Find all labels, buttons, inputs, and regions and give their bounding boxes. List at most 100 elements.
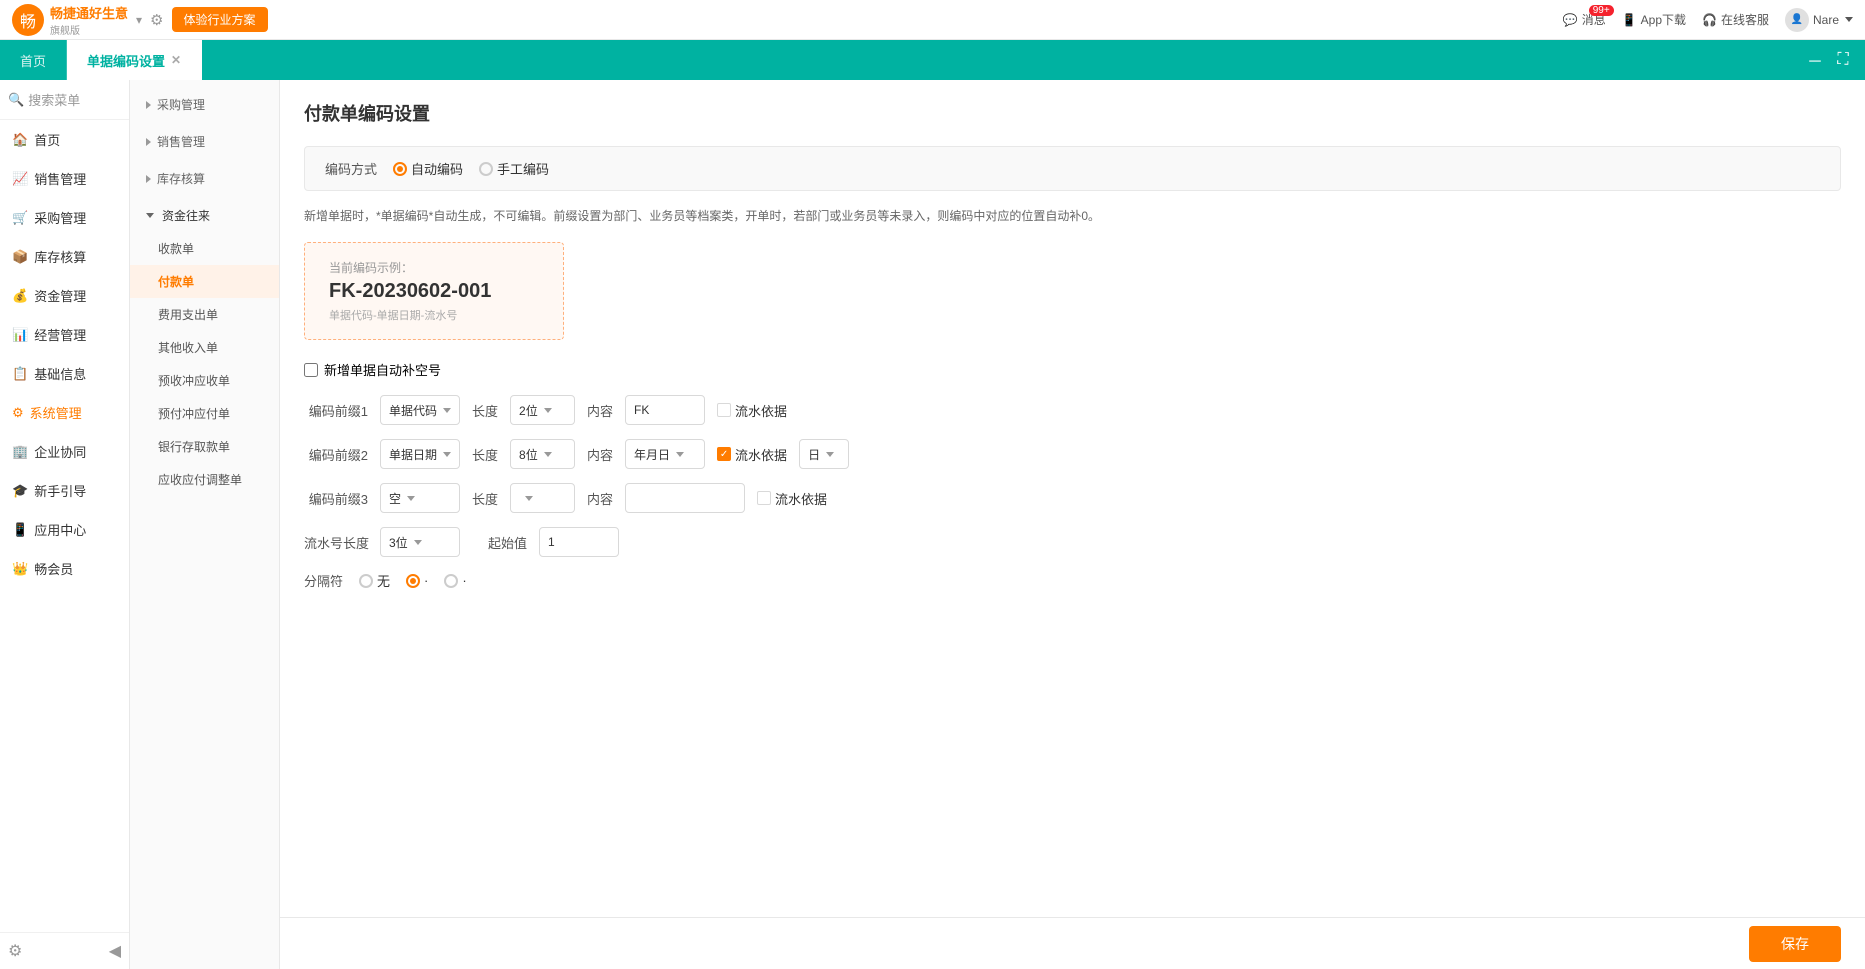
- nav-tabs: 首页 单据编码设置 ✕ － ⛶: [0, 40, 1865, 80]
- finance-icon: 💰: [12, 288, 28, 304]
- sidebar-collapse-btn[interactable]: ◀: [109, 941, 121, 961]
- code-preview-desc: 单据代码-单据日期-流水号: [329, 307, 539, 323]
- prefix1-length-select[interactable]: 2位: [510, 395, 575, 425]
- autofill-row: 新增单据自动补空号: [304, 360, 1841, 379]
- auto-encoding-option[interactable]: 自动编码: [393, 159, 463, 178]
- user-chevron-icon: [1845, 17, 1853, 22]
- sub-nav-group-sales: 销售管理: [130, 125, 279, 158]
- sub-nav-item-receipt[interactable]: 收款单: [130, 232, 279, 265]
- prefix2-length-label: 长度: [472, 445, 498, 464]
- user-menu[interactable]: 👤 Nare: [1785, 8, 1853, 32]
- sidebar-item-guide[interactable]: 🎓 新手引导: [0, 471, 129, 510]
- guide-icon: 🎓: [12, 483, 28, 499]
- avatar: 👤: [1785, 8, 1809, 32]
- prefix3-select[interactable]: 空: [380, 483, 460, 513]
- minimize-icon[interactable]: －: [1805, 50, 1825, 70]
- start-value-input[interactable]: [539, 527, 619, 557]
- sub-nav: 采购管理 销售管理 库存核算 资金往来 收款单 付款单: [130, 80, 280, 969]
- prefix3-content-input[interactable]: [625, 483, 745, 513]
- sub-nav-item-other-income[interactable]: 其他收入单: [130, 331, 279, 364]
- sidebar-item-apps[interactable]: 📱 应用中心: [0, 510, 129, 549]
- sub-nav-group-purchase: 采购管理: [130, 88, 279, 121]
- member-icon: 👑: [12, 561, 28, 577]
- tab-close-icon[interactable]: ✕: [171, 53, 181, 67]
- prefix1-content-input[interactable]: [625, 395, 705, 425]
- download-icon: 📱: [1622, 13, 1637, 27]
- sidebar-item-home[interactable]: 🏠 首页: [0, 120, 129, 159]
- sidebar-bottom: ⚙ ◀: [0, 932, 129, 969]
- sub-nav-item-prepay-recv[interactable]: 预收冲应收单: [130, 364, 279, 397]
- management-icon: 📊: [12, 327, 28, 343]
- sep-dot-radio[interactable]: [406, 574, 420, 588]
- prefix3-checkbox-box[interactable]: [757, 491, 771, 505]
- sidebar-item-enterprise[interactable]: 🏢 企业协同: [0, 432, 129, 471]
- maximize-icon[interactable]: ⛶: [1833, 50, 1853, 70]
- auto-encoding-radio[interactable]: [393, 162, 407, 176]
- settings-icon[interactable]: ⚙: [150, 11, 163, 29]
- prefix3-checkbox[interactable]: 流水依据: [757, 489, 827, 508]
- app-download-btn[interactable]: 📱 App下载: [1622, 11, 1686, 28]
- prefix3-length-select[interactable]: [510, 483, 575, 513]
- serial-length-select[interactable]: 3位: [380, 527, 460, 557]
- prefix1-checkbox[interactable]: 流水依据: [717, 401, 787, 420]
- sub-nav-item-expense[interactable]: 费用支出单: [130, 298, 279, 331]
- sub-nav-title-sales[interactable]: 销售管理: [130, 125, 279, 158]
- tab-code-settings[interactable]: 单据编码设置 ✕: [67, 40, 202, 80]
- prefix1-checkbox-box[interactable]: [717, 403, 731, 417]
- prefix2-length-select[interactable]: 8位: [510, 439, 575, 469]
- form-row-prefix1: 编码前缀1 单据代码 长度 2位 内容 流水依据: [304, 395, 1841, 425]
- encoding-section: 编码方式 自动编码 手工编码: [304, 146, 1841, 191]
- sidebar-item-system[interactable]: ⚙ 系统管理: [0, 393, 129, 432]
- sub-nav-item-adjustment[interactable]: 应收应付调整单: [130, 463, 279, 496]
- prefix1-select[interactable]: 单据代码: [380, 395, 460, 425]
- sub-nav-title-capital[interactable]: 资金往来: [130, 199, 279, 232]
- sidebar-item-member[interactable]: 👑 畅会员: [0, 549, 129, 588]
- sub-nav-group-inventory: 库存核算: [130, 162, 279, 195]
- sub-nav-item-payment[interactable]: 付款单: [130, 265, 279, 298]
- prefix2-day-select[interactable]: 日: [799, 439, 849, 469]
- top-bar-left: 畅 畅捷通好生意 旗舰版 ▾ ⚙ 体验行业方案: [12, 3, 268, 37]
- sidebar-item-inventory[interactable]: 📦 库存核算: [0, 237, 129, 276]
- manual-encoding-option[interactable]: 手工编码: [479, 159, 549, 178]
- prefix2-content-label: 内容: [587, 445, 613, 464]
- online-service-btn[interactable]: 🎧 在线客服: [1702, 11, 1769, 28]
- sep-option-dot[interactable]: ·: [406, 573, 428, 588]
- sub-nav-title-inventory[interactable]: 库存核算: [130, 162, 279, 195]
- sidebar-item-finance[interactable]: 💰 资金管理: [0, 276, 129, 315]
- sep-option-dot2[interactable]: ·: [444, 573, 466, 588]
- prefix2-checkbox[interactable]: 流水依据: [717, 445, 787, 464]
- prefix2-content-select[interactable]: 年月日: [625, 439, 705, 469]
- save-button[interactable]: 保存: [1749, 926, 1841, 962]
- chevron-down-icon-capital: [146, 213, 154, 218]
- sidebar-item-management[interactable]: 📊 经营管理: [0, 315, 129, 354]
- prefix1-length-label: 长度: [472, 401, 498, 420]
- chevron-down-icon[interactable]: ▾: [136, 13, 142, 27]
- sep-none-radio[interactable]: [359, 574, 373, 588]
- prefix2-label: 编码前缀2: [304, 445, 368, 464]
- sub-nav-item-bank-deposit[interactable]: 银行存取款单: [130, 430, 279, 463]
- autofill-checkbox[interactable]: [304, 363, 318, 377]
- manual-encoding-radio[interactable]: [479, 162, 493, 176]
- prefix3-label: 编码前缀3: [304, 489, 368, 508]
- service-icon: 🎧: [1702, 13, 1717, 27]
- prefix2-checkbox-box[interactable]: [717, 447, 731, 461]
- form-row-prefix2: 编码前缀2 单据日期 长度 8位 内容 年月日 流水依据 日: [304, 439, 1841, 469]
- message-btn[interactable]: 💬 消息 99+: [1563, 11, 1606, 28]
- sep-option-none[interactable]: 无: [359, 571, 390, 590]
- sidebar-search[interactable]: 🔍 搜索菜单: [0, 80, 129, 120]
- sep-dot2-radio[interactable]: [444, 574, 458, 588]
- page-title: 付款单编码设置: [304, 100, 1841, 126]
- tab-home[interactable]: 首页: [0, 40, 67, 80]
- sidebar-item-basicinfo[interactable]: 📋 基础信息: [0, 354, 129, 393]
- sidebar-item-purchase[interactable]: 🛒 采购管理: [0, 198, 129, 237]
- trial-btn[interactable]: 体验行业方案: [172, 7, 268, 32]
- sub-nav-item-prepay-pay[interactable]: 预付冲应付单: [130, 397, 279, 430]
- chevron-right-icon-sales: [146, 138, 151, 146]
- sub-nav-title-purchase[interactable]: 采购管理: [130, 88, 279, 121]
- sales-icon: 📈: [12, 171, 28, 187]
- sidebar-item-sales[interactable]: 📈 销售管理: [0, 159, 129, 198]
- sidebar-settings-btn[interactable]: ⚙: [8, 941, 22, 961]
- sidebar: 🔍 搜索菜单 🏠 首页 📈 销售管理 🛒 采购管理 📦 库存核算 💰 资金管理 …: [0, 80, 130, 969]
- prefix2-select[interactable]: 单据日期: [380, 439, 460, 469]
- home-icon: 🏠: [12, 132, 28, 148]
